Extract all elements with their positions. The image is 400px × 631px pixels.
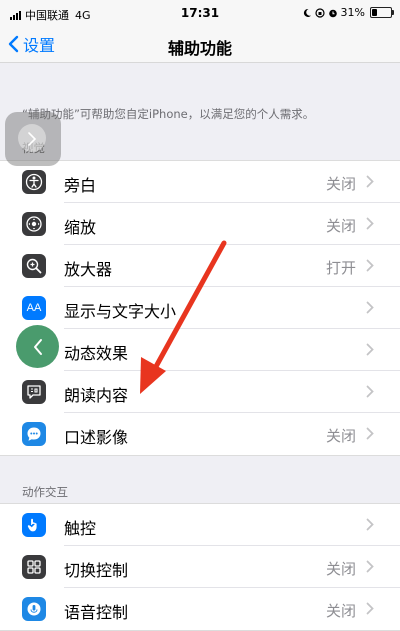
row-value: 打开 <box>325 259 356 277</box>
row-value: 关闭 <box>325 560 356 578</box>
row-label: 切换控制 <box>64 561 129 580</box>
chevron-right-icon <box>366 602 374 615</box>
row-label: 缩放 <box>64 218 97 237</box>
spoken-content-icon <box>22 380 46 404</box>
chevron-right-icon <box>366 518 374 531</box>
row-label: 语音控制 <box>64 603 129 622</box>
row-label: 朗读内容 <box>64 386 129 405</box>
chevron-right-icon <box>366 427 374 440</box>
row-label: 放大器 <box>64 260 113 279</box>
chevron-left-icon <box>33 338 42 355</box>
row-motion[interactable]: 动态效果 <box>0 329 400 371</box>
voiceover-icon <box>22 170 46 194</box>
row-spoken-content[interactable]: 朗读内容 <box>0 371 400 413</box>
row-touch[interactable]: 触控 <box>0 504 400 546</box>
row-switch-control[interactable]: 切换控制 关闭 <box>0 546 400 588</box>
row-value: 关闭 <box>325 427 356 445</box>
chevron-right-icon <box>366 343 374 356</box>
battery-percent: 31% <box>340 6 365 19</box>
row-label: 动态效果 <box>64 344 129 363</box>
chevron-right-icon <box>366 217 374 230</box>
section-header-interaction: 动作交互 <box>22 485 68 499</box>
row-label: 口述影像 <box>64 428 129 447</box>
row-value: 关闭 <box>325 602 356 620</box>
alarm-icon <box>328 9 337 17</box>
row-voiceover[interactable]: 旁白 关闭 <box>0 161 400 203</box>
row-display-text-size[interactable]: AA 显示与文字大小 <box>0 287 400 329</box>
text-size-icon: AA <box>22 296 46 320</box>
chevron-right-icon <box>366 301 374 314</box>
chevron-right-icon <box>366 259 374 272</box>
moon-icon <box>303 8 311 17</box>
magnifier-icon <box>22 254 46 278</box>
status-bar: 中国联通 4G 17:31 31% <box>0 0 400 28</box>
row-label: 显示与文字大小 <box>64 302 177 321</box>
audio-description-icon <box>22 422 46 446</box>
row-audio-description[interactable]: 口述影像 关闭 <box>0 413 400 455</box>
status-right: 31% <box>302 6 394 19</box>
row-value: 关闭 <box>325 175 356 193</box>
row-label: 旁白 <box>64 176 97 195</box>
row-label: 触控 <box>64 519 97 538</box>
row-zoom[interactable]: 缩放 关闭 <box>0 203 400 245</box>
battery-icon <box>370 7 394 18</box>
touch-icon <box>22 513 46 537</box>
zoom-icon <box>22 212 46 236</box>
chevron-right-icon <box>366 385 374 398</box>
orientation-lock-icon <box>314 7 325 18</box>
floating-back-button[interactable] <box>16 325 59 368</box>
row-voice-control[interactable]: 语音控制 关闭 <box>0 588 400 630</box>
chevron-right-icon <box>366 560 374 573</box>
switch-control-icon <box>22 555 46 579</box>
page-description: “辅助功能”可帮助您自定iPhone，以满足您的个人需求。 <box>22 107 315 121</box>
voice-control-icon <box>22 597 46 621</box>
row-magnifier[interactable]: 放大器 打开 <box>0 245 400 287</box>
chevron-right-icon <box>366 175 374 188</box>
navigation-bar: 设置 辅助功能 <box>0 28 400 63</box>
text-size-glyph: AA <box>26 302 42 314</box>
vision-settings-group: 旁白 关闭 缩放 关闭 放大器 打开 AA 显示与文字大小 动态效果 朗读内容 … <box>0 160 400 456</box>
assistive-touch-button[interactable] <box>5 112 61 166</box>
row-value: 关闭 <box>325 217 356 235</box>
page-title: 辅助功能 <box>167 39 232 58</box>
chevron-right-icon <box>28 132 37 146</box>
interaction-settings-group: 触控 切换控制 关闭 语音控制 关闭 <box>0 503 400 631</box>
